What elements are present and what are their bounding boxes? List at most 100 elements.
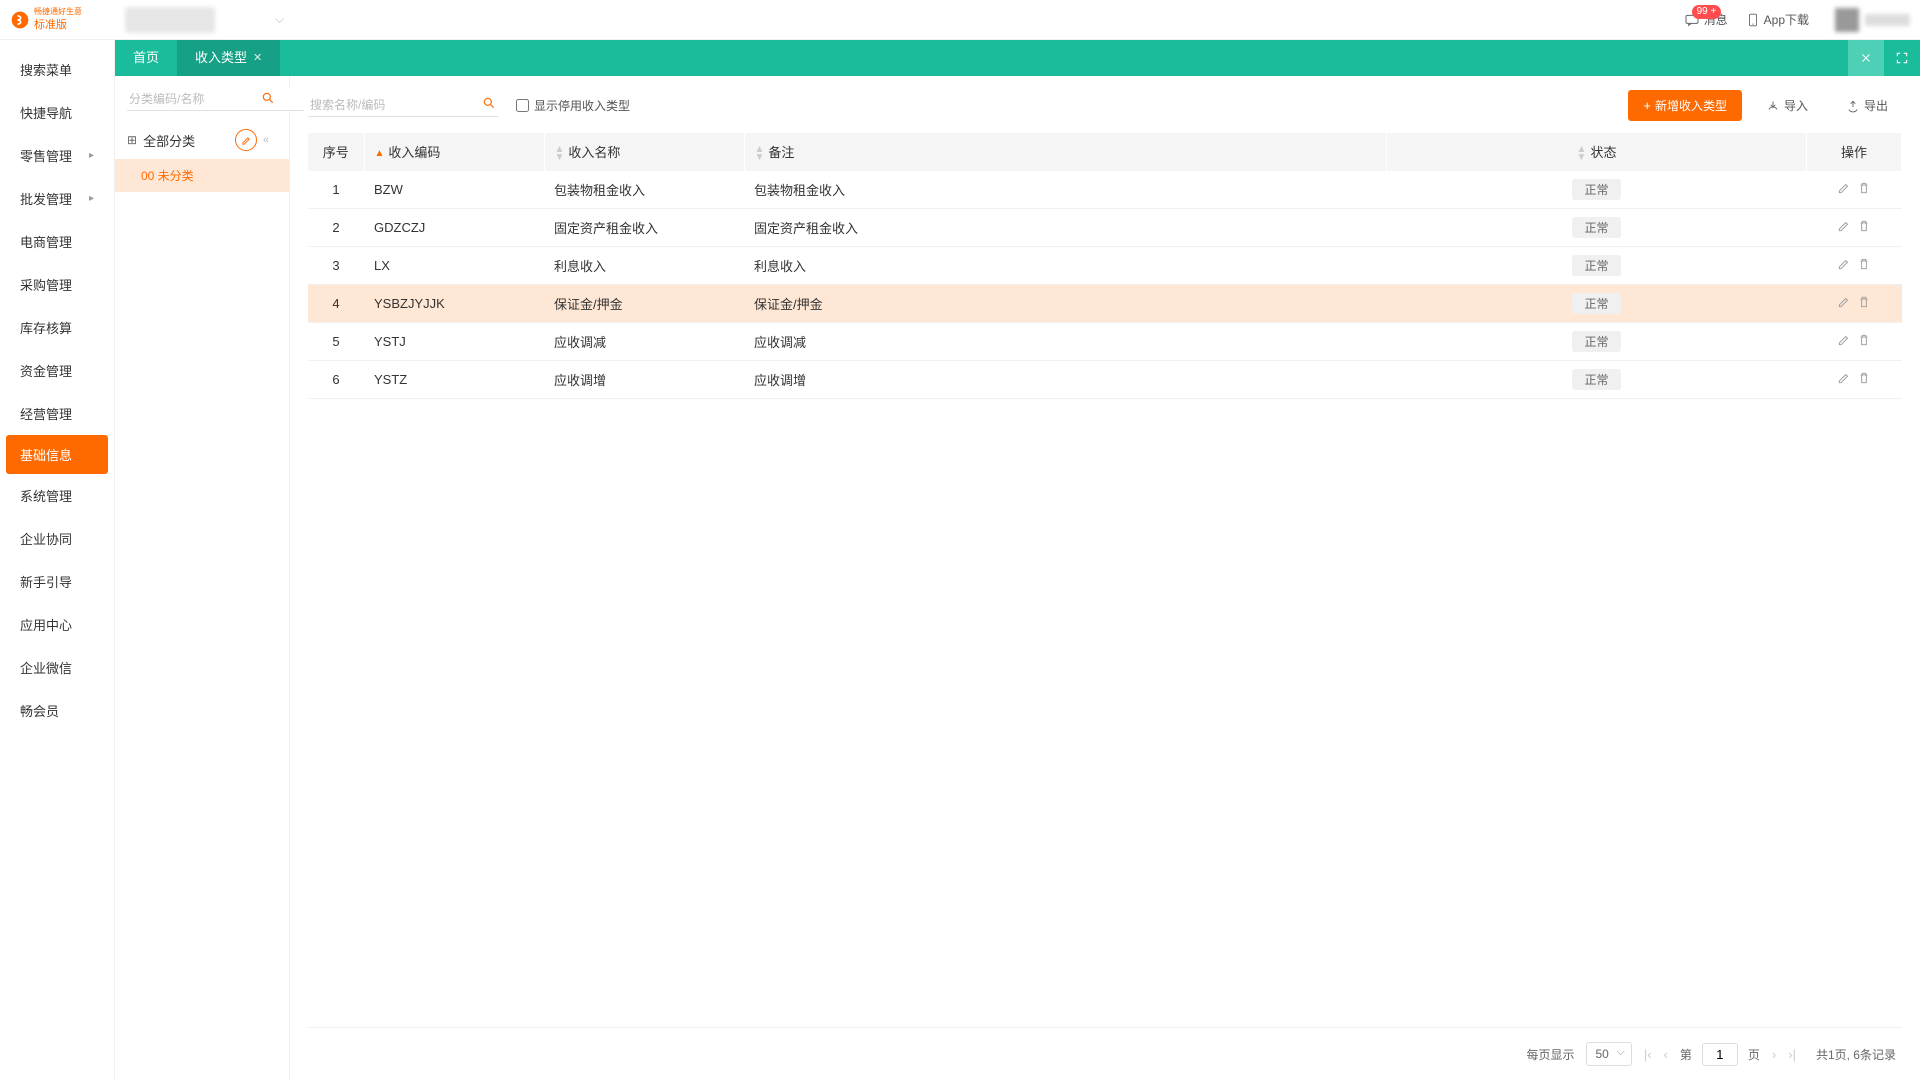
page-input[interactable] (1702, 1043, 1738, 1066)
delete-button[interactable] (1857, 333, 1871, 347)
sidebar-item-2[interactable]: 零售管理▸ (0, 134, 114, 177)
col-name-header[interactable]: ▲▼收入名称 (544, 133, 744, 171)
sidebar-item-1[interactable]: 快捷导航 (0, 91, 114, 134)
sidebar-item-4[interactable]: 电商管理 (0, 220, 114, 263)
category-search-input[interactable] (127, 88, 304, 111)
table-search-input[interactable] (308, 94, 498, 117)
sidebar-item-label: 资金管理 (20, 361, 72, 380)
page-first-button[interactable]: |‹ (1638, 1047, 1658, 1062)
page-prev-button[interactable]: ‹ (1658, 1047, 1674, 1062)
plus-icon: + (1643, 98, 1651, 113)
import-button[interactable]: 导入 (1752, 91, 1822, 120)
status-tag: 正常 (1572, 293, 1620, 314)
sidebar-item-label: 采购管理 (20, 275, 72, 294)
sidebar-item-label: 企业协同 (20, 529, 72, 548)
edit-button[interactable] (1837, 257, 1851, 271)
sidebar-item-7[interactable]: 资金管理 (0, 349, 114, 392)
add-income-type-button[interactable]: + 新增收入类型 (1628, 90, 1742, 121)
sidebar-item-10[interactable]: 系统管理 (0, 474, 114, 517)
table-row[interactable]: 4YSBZJYJJK保证金/押金保证金/押金正常 (308, 284, 1902, 322)
cell-seq: 5 (308, 322, 364, 360)
sidebar-item-3[interactable]: 批发管理▸ (0, 177, 114, 220)
category-item-0[interactable]: 00 未分类 (115, 159, 289, 192)
sidebar-item-14[interactable]: 企业微信 (0, 646, 114, 689)
per-page-select[interactable]: 50 (1586, 1042, 1631, 1066)
sidebar-item-15[interactable]: 畅会员 (0, 689, 114, 732)
sidebar-item-label: 应用中心 (20, 615, 72, 634)
sidebar-item-13[interactable]: 应用中心 (0, 603, 114, 646)
tab-close-icon[interactable]: ✕ (253, 40, 262, 76)
col-status-header[interactable]: ▲▼状态 (1387, 133, 1807, 171)
category-edit-button[interactable] (235, 129, 257, 151)
sidebar-item-label: 库存核算 (20, 318, 72, 337)
tab-bar: 首页收入类型✕ (115, 40, 1920, 76)
sidebar-item-label: 电商管理 (20, 232, 72, 251)
sidebar-item-8[interactable]: 经营管理 (0, 392, 114, 435)
delete-button[interactable] (1857, 257, 1871, 271)
cell-op (1807, 246, 1902, 284)
search-icon[interactable] (482, 96, 496, 113)
data-table: 序号 ▲收入编码 ▲▼收入名称 ▲▼备注 ▲▼状态 操作 1BZW包装物租金收入… (308, 133, 1902, 399)
table-row[interactable]: 5YSTJ应收调减应收调减正常 (308, 322, 1902, 360)
fullscreen-button[interactable] (1884, 40, 1920, 76)
top-header: 畅捷通好生意 标准版 ⌵ 消息 99 + App下载 (0, 0, 1920, 40)
edit-button[interactable] (1837, 371, 1851, 385)
cell-code: BZW (364, 171, 544, 209)
cell-status: 正常 (1387, 322, 1807, 360)
cell-remark: 包装物租金收入 (744, 171, 1387, 209)
table-row[interactable]: 2GDZCZJ固定资产租金收入固定资产租金收入正常 (308, 208, 1902, 246)
page-last-button[interactable]: ›| (1782, 1047, 1802, 1062)
page-suffix: 页 (1748, 1046, 1760, 1063)
close-tab-button[interactable] (1848, 40, 1884, 76)
checkbox-input[interactable] (516, 99, 529, 112)
status-tag: 正常 (1572, 331, 1620, 352)
table-row[interactable]: 6YSTZ应收调增应收调增正常 (308, 360, 1902, 398)
sidebar-item-6[interactable]: 库存核算 (0, 306, 114, 349)
tab-label: 首页 (133, 40, 159, 76)
col-seq-header[interactable]: 序号 (308, 133, 364, 171)
cell-op (1807, 208, 1902, 246)
caret-right-icon: ▸ (89, 150, 94, 161)
status-tag: 正常 (1572, 217, 1620, 238)
sidebar-item-12[interactable]: 新手引导 (0, 560, 114, 603)
sidebar-item-11[interactable]: 企业协同 (0, 517, 114, 560)
cell-status: 正常 (1387, 171, 1807, 209)
category-all-row[interactable]: ⊞ 全部分类 « (115, 121, 289, 159)
sidebar-item-label: 系统管理 (20, 486, 72, 505)
cell-op (1807, 171, 1902, 209)
tab-label: 收入类型 (195, 40, 247, 76)
sidebar-item-5[interactable]: 采购管理 (0, 263, 114, 306)
cell-remark: 保证金/押金 (744, 284, 1387, 322)
sidebar-item-0[interactable]: 搜索菜单 (0, 48, 114, 91)
edit-button[interactable] (1837, 333, 1851, 347)
delete-button[interactable] (1857, 295, 1871, 309)
show-disabled-checkbox[interactable]: 显示停用收入类型 (516, 97, 630, 114)
export-button[interactable]: 导出 (1832, 91, 1902, 120)
tab-0[interactable]: 首页 (115, 40, 177, 76)
sidebar-item-label: 新手引导 (20, 572, 72, 591)
top-blur-area (125, 7, 215, 33)
table-row[interactable]: 1BZW包装物租金收入包装物租金收入正常 (308, 171, 1902, 209)
chevron-down-icon[interactable]: ⌵ (275, 12, 284, 27)
page-next-button[interactable]: › (1766, 1047, 1782, 1062)
collapse-panel-button[interactable]: « (263, 134, 277, 146)
cell-status: 正常 (1387, 208, 1807, 246)
search-icon[interactable] (261, 91, 275, 108)
delete-button[interactable] (1857, 371, 1871, 385)
edit-button[interactable] (1837, 181, 1851, 195)
edit-button[interactable] (1837, 219, 1851, 233)
cell-remark: 利息收入 (744, 246, 1387, 284)
col-remark-header[interactable]: ▲▼备注 (744, 133, 1387, 171)
table-row[interactable]: 3LX利息收入利息收入正常 (308, 246, 1902, 284)
messages-button[interactable]: 消息 99 + (1684, 11, 1728, 28)
col-code-header[interactable]: ▲收入编码 (364, 133, 544, 171)
app-download-button[interactable]: App下载 (1746, 11, 1809, 28)
tab-1[interactable]: 收入类型✕ (177, 40, 280, 76)
edit-button[interactable] (1837, 295, 1851, 309)
expand-icon (1895, 51, 1909, 65)
user-avatar[interactable] (1835, 8, 1910, 32)
cell-op (1807, 360, 1902, 398)
sidebar-item-9[interactable]: 基础信息 (6, 435, 108, 474)
delete-button[interactable] (1857, 219, 1871, 233)
delete-button[interactable] (1857, 181, 1871, 195)
